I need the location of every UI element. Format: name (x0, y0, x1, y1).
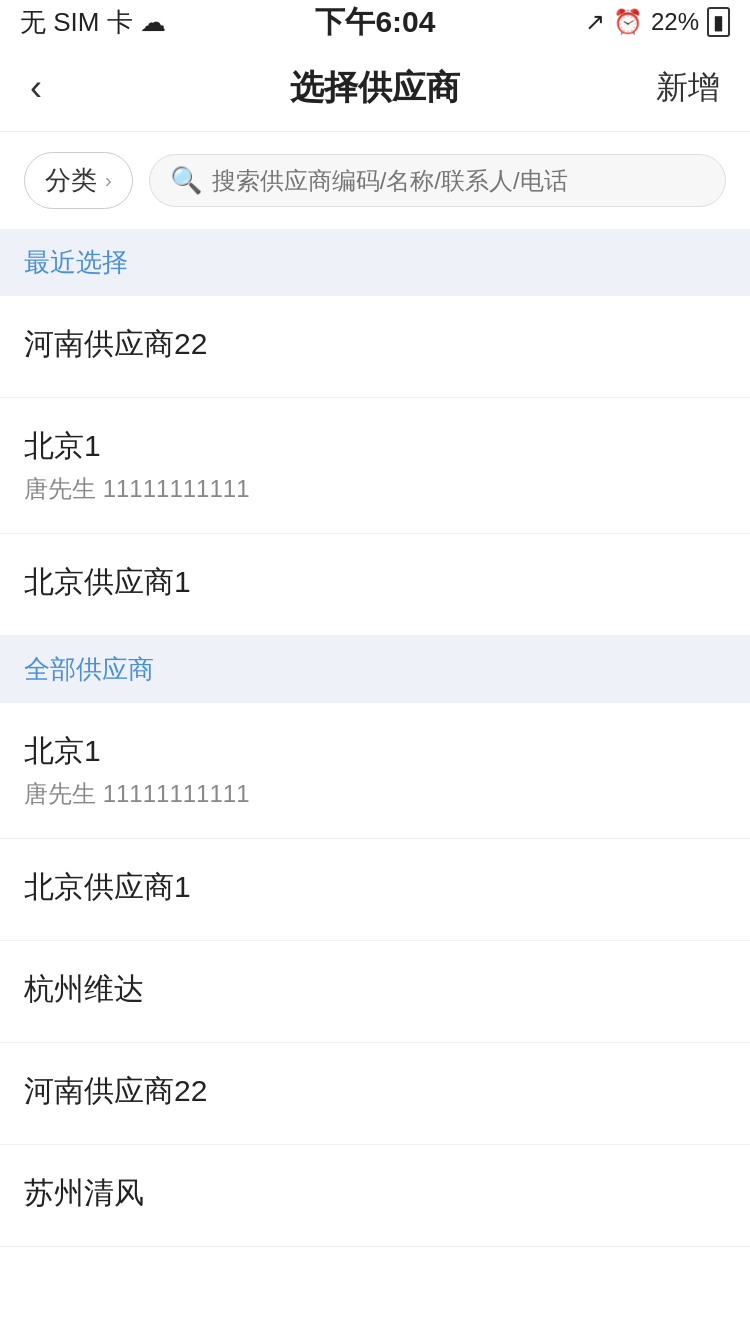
location-icon: ↗ (585, 8, 605, 36)
battery-icon: ▮ (707, 7, 730, 37)
battery-status: 22% (651, 8, 699, 36)
status-left: 无 SIM 卡 ☁ (20, 5, 166, 40)
status-time: 下午6:04 (315, 2, 435, 43)
filter-bar: 分类 › 🔍 (0, 132, 750, 229)
all-section-header: 全部供应商 (0, 636, 750, 703)
item-name: 苏州清风 (24, 1173, 726, 1214)
alarm-icon: ⏰ (613, 8, 643, 36)
recent-section-header: 最近选择 (0, 229, 750, 296)
list-item[interactable]: 北京1 唐先生 11111111111 (0, 398, 750, 534)
search-icon: 🔍 (170, 165, 202, 196)
item-name: 河南供应商22 (24, 324, 726, 365)
all-list: 北京1 唐先生 11111111111 北京供应商1 杭州维达河南供应商22 苏州清风 (0, 703, 750, 1247)
search-box: 🔍 (149, 154, 726, 207)
page-title: 选择供应商 (290, 65, 460, 111)
item-name: 北京供应商1 (24, 562, 726, 603)
chevron-right-icon: › (105, 169, 112, 192)
nav-bar: ‹ 选择供应商 新增 (0, 44, 750, 132)
item-detail: 唐先生 11111111111 (24, 473, 726, 505)
back-button[interactable]: ‹ (30, 67, 110, 109)
item-name: 北京1 (24, 426, 726, 467)
status-bar: 无 SIM 卡 ☁ 下午6:04 ↗ ⏰ 22% ▮ (0, 0, 750, 44)
item-name: 杭州维达 (24, 969, 726, 1010)
sim-status: 无 SIM 卡 ☁ (20, 5, 166, 40)
list-item[interactable]: 北京1 唐先生 11111111111 (0, 703, 750, 839)
list-item[interactable]: 河南供应商22 (0, 1043, 750, 1145)
list-item[interactable]: 北京供应商1 (0, 534, 750, 636)
add-button[interactable]: 新增 (640, 66, 720, 110)
list-item[interactable]: 北京供应商1 (0, 839, 750, 941)
status-right: ↗ ⏰ 22% ▮ (585, 7, 730, 37)
search-input[interactable] (212, 167, 705, 195)
item-name: 北京供应商1 (24, 867, 726, 908)
category-label: 分类 (45, 163, 97, 198)
item-name: 河南供应商22 (24, 1071, 726, 1112)
recent-list: 河南供应商22 北京1 唐先生 11111111111 北京供应商1 (0, 296, 750, 636)
category-filter-button[interactable]: 分类 › (24, 152, 133, 209)
list-item[interactable]: 杭州维达 (0, 941, 750, 1043)
item-detail: 唐先生 11111111111 (24, 778, 726, 810)
item-name: 北京1 (24, 731, 726, 772)
list-item[interactable]: 河南供应商22 (0, 296, 750, 398)
list-item[interactable]: 苏州清风 (0, 1145, 750, 1247)
